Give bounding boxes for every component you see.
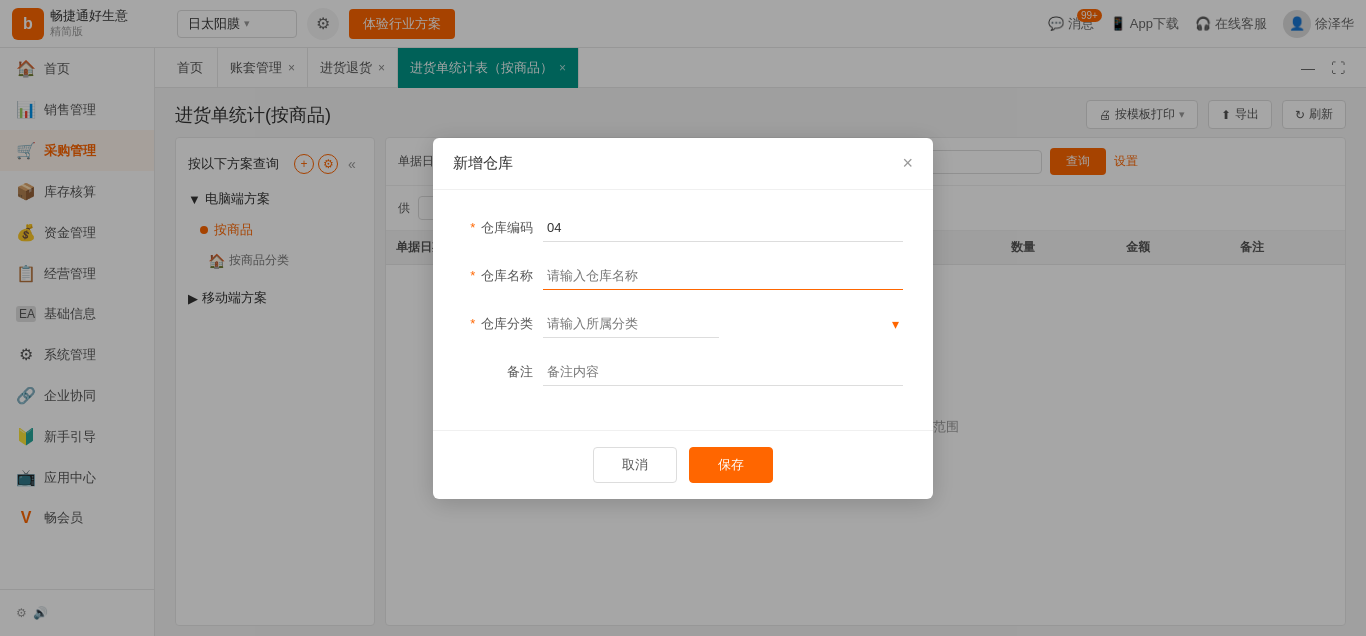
- form-row-category: * 仓库分类 ▾: [463, 310, 903, 338]
- dialog-close-button[interactable]: ×: [902, 154, 913, 172]
- dialog-overlay: 新增仓库 × * 仓库编码 * 仓库名称: [0, 0, 1366, 636]
- dialog-title: 新增仓库: [453, 154, 513, 173]
- code-label: * 仓库编码: [463, 219, 543, 237]
- dialog-header: 新增仓库 ×: [433, 138, 933, 190]
- code-input[interactable]: [543, 214, 903, 242]
- save-button[interactable]: 保存: [689, 447, 773, 483]
- category-label: * 仓库分类: [463, 315, 543, 333]
- form-row-note: 备注: [463, 358, 903, 386]
- form-row-name: * 仓库名称: [463, 262, 903, 290]
- category-arrow-icon: ▾: [892, 316, 899, 332]
- name-input[interactable]: [543, 262, 903, 290]
- dialog-body: * 仓库编码 * 仓库名称 * 仓库分类: [433, 190, 933, 430]
- category-wrapper: ▾: [543, 310, 903, 338]
- name-label: * 仓库名称: [463, 267, 543, 285]
- category-input[interactable]: [543, 310, 719, 338]
- add-warehouse-dialog: 新增仓库 × * 仓库编码 * 仓库名称: [433, 138, 933, 499]
- note-label: 备注: [463, 363, 543, 381]
- cancel-button[interactable]: 取消: [593, 447, 677, 483]
- form-row-code: * 仓库编码: [463, 214, 903, 242]
- dialog-footer: 取消 保存: [433, 430, 933, 499]
- note-input[interactable]: [543, 358, 903, 386]
